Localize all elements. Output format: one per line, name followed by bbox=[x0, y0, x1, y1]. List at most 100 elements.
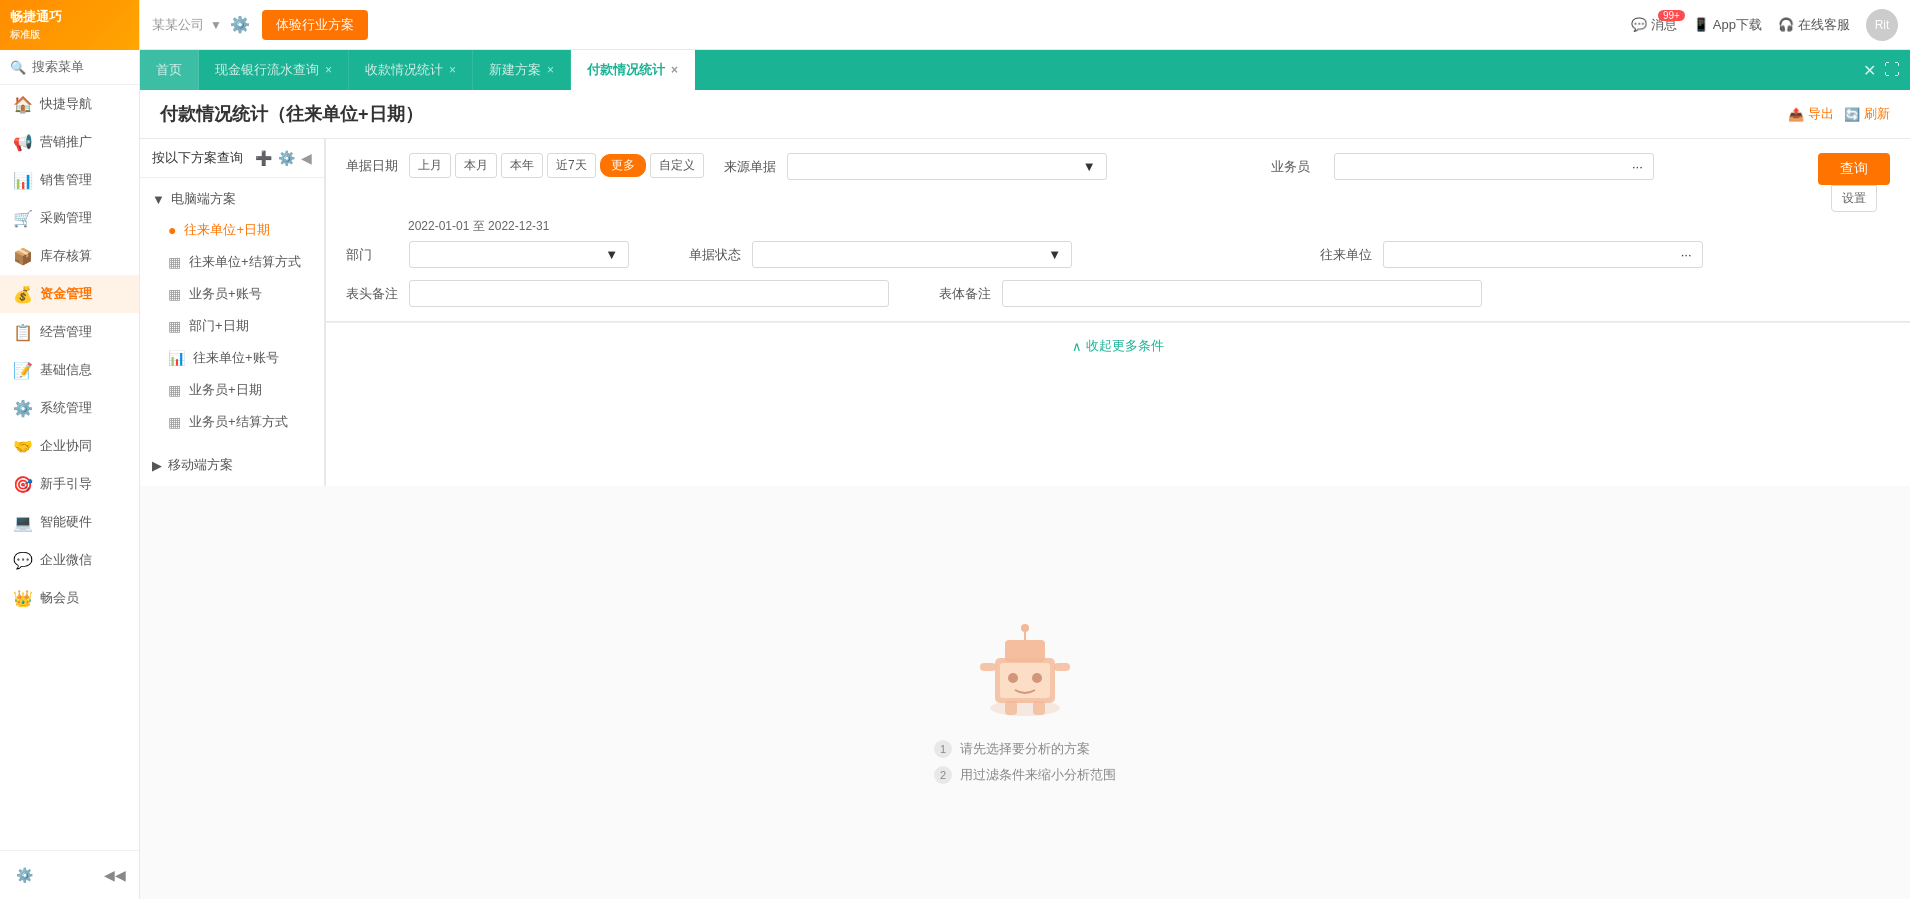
empty-state-illustration bbox=[965, 608, 1085, 728]
collapse-sidebar-icon[interactable]: ◀◀ bbox=[101, 861, 129, 889]
staff-select[interactable]: ··· bbox=[1334, 153, 1654, 180]
staff-select-arrow: ··· bbox=[1632, 159, 1643, 174]
trial-btn[interactable]: 体验行业方案 bbox=[262, 10, 368, 40]
scheme-item-staff-date[interactable]: ▦ 业务员+日期 bbox=[140, 374, 324, 406]
date-btn-more[interactable]: 更多 bbox=[600, 154, 646, 177]
svg-rect-10 bbox=[1005, 701, 1017, 715]
partner-label: 往来单位 bbox=[1320, 246, 1375, 264]
date-btn-this-month[interactable]: 本月 bbox=[455, 153, 497, 178]
date-btn-this-year[interactable]: 本年 bbox=[501, 153, 543, 178]
collapse-btn[interactable]: ∧ 收起更多条件 bbox=[1060, 331, 1176, 361]
header-note-input[interactable] bbox=[409, 280, 889, 307]
scheme-desktop-title[interactable]: ▼ 电脑端方案 bbox=[140, 184, 324, 214]
user-avatar[interactable]: Rit bbox=[1866, 9, 1898, 41]
sidebar-item-label: 采购管理 bbox=[40, 209, 92, 227]
svg-rect-8 bbox=[980, 663, 996, 671]
scheme-mobile-label: 移动端方案 bbox=[168, 456, 233, 474]
tab-bank-flow-close[interactable]: × bbox=[325, 63, 332, 77]
app-download-label: App下载 bbox=[1713, 16, 1762, 34]
app-download-icon: 📱 bbox=[1693, 17, 1709, 32]
tab-payment-stats[interactable]: 付款情况统计 × bbox=[571, 50, 695, 90]
scheme-item-partner-payment-icon: ▦ bbox=[168, 254, 181, 270]
tab-home[interactable]: 首页 bbox=[140, 50, 199, 90]
scheme-item-partner-account[interactable]: 📊 往来单位+账号 bbox=[140, 342, 324, 374]
sidebar-item-inventory[interactable]: 📦 库存核算 bbox=[0, 237, 139, 275]
sidebar-item-wechat[interactable]: 💬 企业微信 bbox=[0, 541, 139, 579]
scheme-item-partner-payment[interactable]: ▦ 往来单位+结算方式 bbox=[140, 246, 324, 278]
member-icon: 👑 bbox=[14, 589, 32, 607]
scheme-item-dept-date[interactable]: ▦ 部门+日期 bbox=[140, 310, 324, 342]
tabbar-close-all-icon[interactable]: ✕ bbox=[1863, 61, 1876, 80]
sidebar-item-system[interactable]: ⚙️ 系统管理 bbox=[0, 389, 139, 427]
sidebar-item-purchase[interactable]: 🛒 采购管理 bbox=[0, 199, 139, 237]
svg-point-3 bbox=[1008, 673, 1018, 683]
scheme-mobile-title[interactable]: ▶ 移动端方案 bbox=[140, 450, 324, 480]
gear-scheme-icon[interactable]: ⚙️ bbox=[278, 150, 295, 166]
query-btn[interactable]: 查询 bbox=[1818, 153, 1890, 185]
topbar-settings-icon[interactable]: ⚙️ bbox=[230, 15, 250, 34]
company-dropdown-icon[interactable]: ▼ bbox=[210, 18, 222, 32]
scheme-item-label: 业务员+账号 bbox=[189, 285, 262, 303]
app-download-btn[interactable]: 📱 App下载 bbox=[1693, 16, 1762, 34]
scheme-item-partner-date[interactable]: ● 往来单位+日期 bbox=[140, 214, 324, 246]
partner-select[interactable]: ··· bbox=[1383, 241, 1703, 268]
header-note-label: 表头备注 bbox=[346, 285, 401, 303]
scheme-item-staff-payment[interactable]: ▦ 业务员+结算方式 bbox=[140, 406, 324, 438]
filter-date-item: 单据日期 上月 本月 本年 近7天 更多 自定义 bbox=[346, 153, 704, 178]
date-btn-7days[interactable]: 近7天 bbox=[547, 153, 596, 178]
sidebar-item-sales[interactable]: 📊 销售管理 bbox=[0, 161, 139, 199]
source-select[interactable]: ▼ bbox=[787, 153, 1107, 180]
newbie-icon: 🎯 bbox=[14, 475, 32, 493]
settings-footer-icon[interactable]: ⚙️ bbox=[10, 861, 38, 889]
body-note-input[interactable] bbox=[1002, 280, 1482, 307]
doc-status-select-arrow: ▼ bbox=[1048, 247, 1061, 262]
scheme-item-label: 业务员+日期 bbox=[189, 381, 262, 399]
search-menu-btn[interactable]: 🔍 搜索菜单 bbox=[0, 50, 139, 85]
scheme-item-partner-account-icon: 📊 bbox=[168, 350, 185, 366]
tab-bank-flow[interactable]: 现金银行流水查询 × bbox=[199, 50, 349, 90]
refresh-label: 刷新 bbox=[1864, 105, 1890, 123]
export-btn[interactable]: 📤 导出 bbox=[1788, 105, 1834, 123]
tab-receipt-stats-close[interactable]: × bbox=[449, 63, 456, 77]
message-btn[interactable]: 💬 消息 99+ bbox=[1631, 16, 1677, 34]
svg-point-7 bbox=[1021, 624, 1029, 632]
online-service-label: 在线客服 bbox=[1798, 16, 1850, 34]
sidebar-item-shortcuts[interactable]: 🏠 快捷导航 bbox=[0, 85, 139, 123]
sidebar-logo: 畅捷通巧 标准版 bbox=[0, 0, 139, 50]
tab-payment-stats-close[interactable]: × bbox=[671, 63, 678, 77]
sidebar-item-newbie[interactable]: 🎯 新手引导 bbox=[0, 465, 139, 503]
tab-new-scheme[interactable]: 新建方案 × bbox=[473, 50, 571, 90]
sidebar-item-member[interactable]: 👑 畅会员 bbox=[0, 579, 139, 617]
sidebar-item-hardware[interactable]: 💻 智能硬件 bbox=[0, 503, 139, 541]
collapse-scheme-icon[interactable]: ◀ bbox=[301, 150, 312, 166]
date-range-row: 2022-01-01 至 2022-12-31 bbox=[346, 218, 1890, 241]
dept-select[interactable]: ▼ bbox=[409, 241, 629, 268]
tab-new-scheme-close[interactable]: × bbox=[547, 63, 554, 77]
doc-status-select[interactable]: ▼ bbox=[752, 241, 1072, 268]
date-btn-custom[interactable]: 自定义 bbox=[650, 153, 704, 178]
tabbar-expand-icon[interactable]: ⛶ bbox=[1884, 61, 1900, 79]
sidebar-footer: ⚙️ ◀◀ bbox=[0, 850, 139, 899]
tab-receipt-stats[interactable]: 收款情况统计 × bbox=[349, 50, 473, 90]
date-btn-last-month[interactable]: 上月 bbox=[409, 153, 451, 178]
refresh-btn[interactable]: 🔄 刷新 bbox=[1844, 105, 1890, 123]
sidebar-item-label: 资金管理 bbox=[40, 285, 92, 303]
tip-text-2: 用过滤条件来缩小分析范围 bbox=[960, 766, 1116, 784]
settings-btn[interactable]: 设置 bbox=[1831, 185, 1877, 212]
sidebar-item-finance[interactable]: 💰 资金管理 bbox=[0, 275, 139, 313]
sidebar-item-marketing[interactable]: 📢 营销推广 bbox=[0, 123, 139, 161]
sidebar-item-label: 畅会员 bbox=[40, 589, 79, 607]
scheme-item-partner-date-icon: ● bbox=[168, 222, 176, 238]
scheme-sidebar: 按以下方案查询 ➕ ⚙️ ◀ ▼ 电脑端方案 ● 往来单位+日期 bbox=[140, 139, 325, 486]
filter-row-3: 表头备注 表体备注 bbox=[346, 280, 1890, 307]
export-label: 导出 bbox=[1808, 105, 1834, 123]
scheme-item-staff-account[interactable]: ▦ 业务员+账号 bbox=[140, 278, 324, 310]
sidebar-item-basics[interactable]: 📝 基础信息 bbox=[0, 351, 139, 389]
add-scheme-icon[interactable]: ➕ bbox=[255, 150, 272, 166]
sidebar-item-operation[interactable]: 📋 经营管理 bbox=[0, 313, 139, 351]
sidebar-item-collab[interactable]: 🤝 企业协同 bbox=[0, 427, 139, 465]
filter-scheme-wrapper: 按以下方案查询 ➕ ⚙️ ◀ ▼ 电脑端方案 ● 往来单位+日期 bbox=[140, 139, 1910, 486]
online-service-btn[interactable]: 🎧 在线客服 bbox=[1778, 16, 1850, 34]
wechat-icon: 💬 bbox=[14, 551, 32, 569]
shortcuts-icon: 🏠 bbox=[14, 95, 32, 113]
